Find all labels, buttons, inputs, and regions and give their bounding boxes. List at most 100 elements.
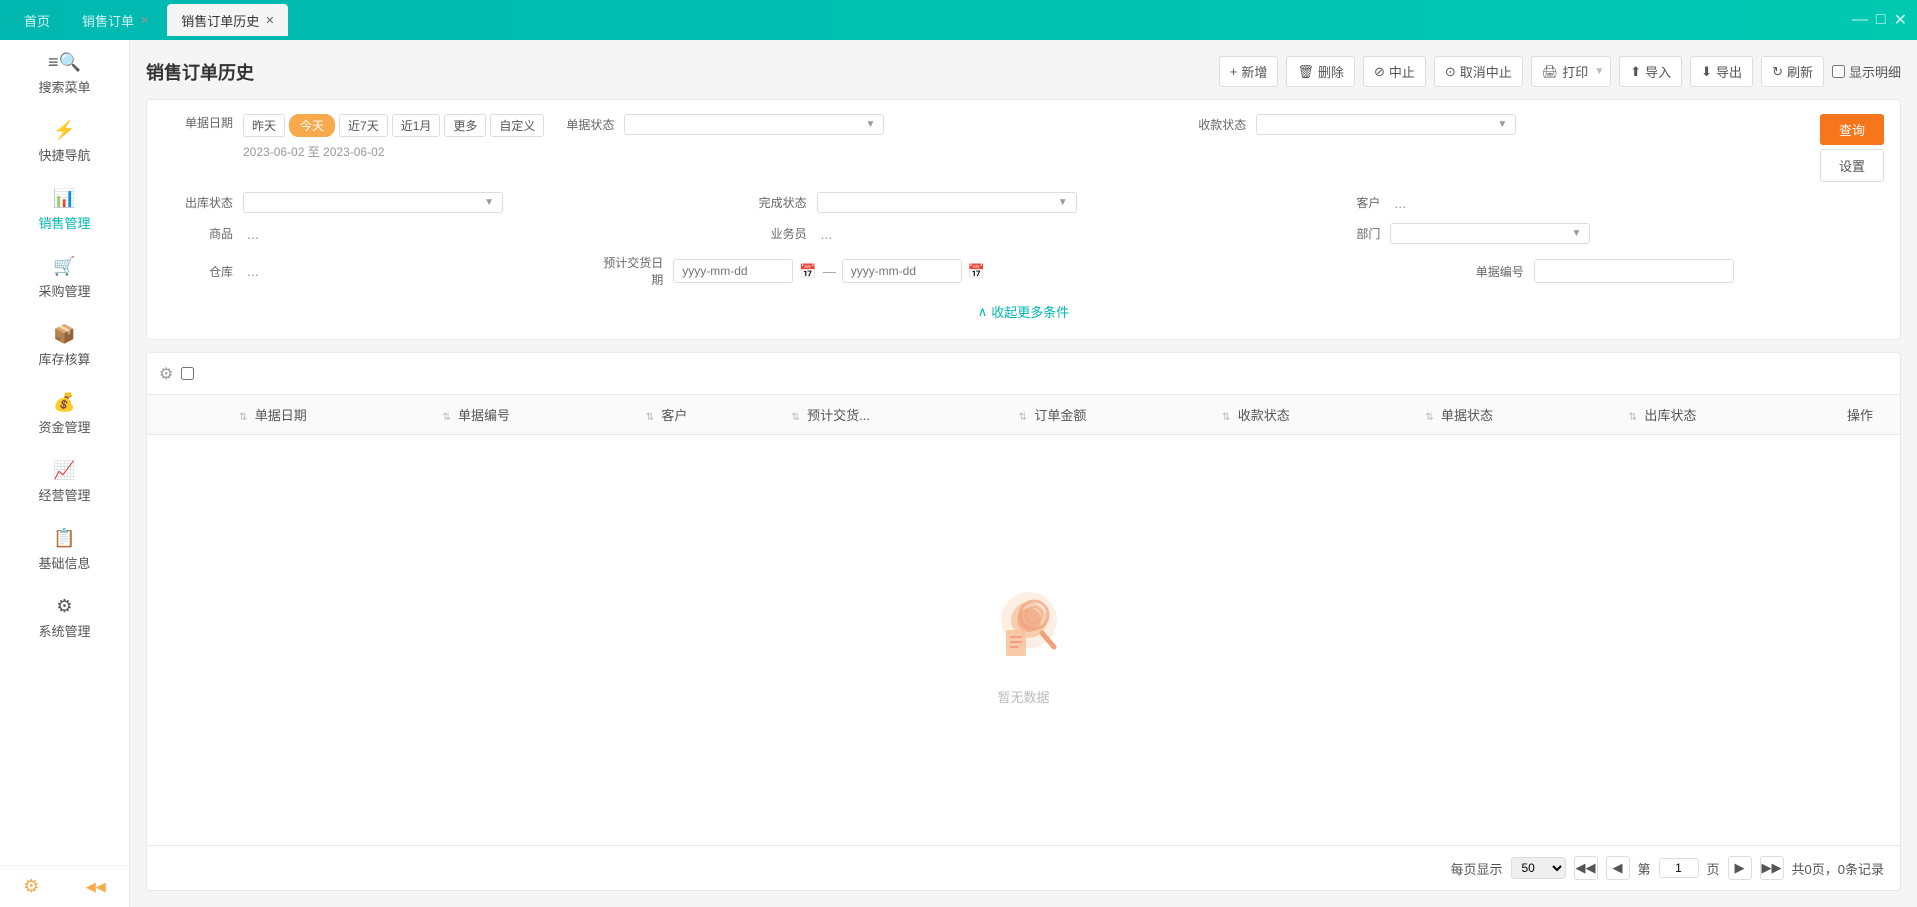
col-delivery-status[interactable]: ⇅ 出库状态 xyxy=(1617,395,1820,435)
sidebar-item-quick-nav[interactable]: ⚡ 快捷导航 xyxy=(0,108,129,176)
refresh-icon: ↻ xyxy=(1772,64,1783,80)
select-all-checkbox[interactable] xyxy=(181,367,194,380)
warehouse-ellipsis[interactable]: ... xyxy=(243,263,263,279)
sidebar-item-basic-info[interactable]: 📋 基础信息 xyxy=(0,516,129,584)
order-status-sort-icon: ⇅ xyxy=(1425,412,1433,423)
date-btn-7days[interactable]: 近7天 xyxy=(339,114,388,137)
collapse-row[interactable]: ∧ 收起更多条件 xyxy=(163,298,1884,325)
empty-icon xyxy=(974,575,1074,675)
date-btn-custom[interactable]: 自定义 xyxy=(490,114,544,137)
delivery-status-select[interactable]: ▼ xyxy=(243,192,503,213)
completion-status-label: 完成状态 xyxy=(737,194,817,211)
filter-panel: 单据日期 昨天 今天 近7天 近1月 更多 自定义 2023-06-02 至 2… xyxy=(146,99,1901,340)
toolbar: + 新增 🗑 删除 ⊘ 中止 ⊙ 取消中止 🖨 打印 xyxy=(1219,56,1901,87)
tab-sales-history-close[interactable]: ✕ xyxy=(265,14,274,27)
date-label: 单据日期 xyxy=(163,114,243,131)
pay-status-label: 收款状态 xyxy=(1176,116,1256,133)
date-btn-1month[interactable]: 近1月 xyxy=(392,114,441,137)
col-checkbox xyxy=(187,395,227,435)
sidebar-item-sales-mgmt-label: 销售管理 xyxy=(38,213,90,232)
tab-home-label: 首页 xyxy=(24,11,50,30)
pay-status-select[interactable]: ▼ xyxy=(1256,114,1516,135)
delivery-date-to[interactable] xyxy=(842,259,962,283)
cancel-stop-button[interactable]: ⊙ 取消中止 xyxy=(1434,56,1523,87)
tab-sales-order-close[interactable]: ✕ xyxy=(140,14,149,27)
maximize-icon[interactable]: □ xyxy=(1876,11,1886,29)
delivery-status-arrow: ▼ xyxy=(484,197,494,208)
display-toggle[interactable]: 显示明细 xyxy=(1832,62,1901,81)
quick-nav-icon: ⚡ xyxy=(53,120,75,141)
delivery-date-group: 📅 — 📅 xyxy=(673,259,985,283)
sidebar-collapse-icon[interactable]: ◀◀ xyxy=(86,879,106,895)
sidebar-settings-icon[interactable]: ⚙ xyxy=(23,876,39,897)
import-button[interactable]: ⬆ 导入 xyxy=(1619,56,1682,87)
tab-home[interactable]: 首页 xyxy=(10,4,64,36)
tab-sales-history[interactable]: 销售订单历史 ✕ xyxy=(167,4,288,36)
page-title: 销售订单历史 xyxy=(146,59,254,85)
empty-text: 暂无数据 xyxy=(997,687,1049,706)
minimize-icon[interactable]: — xyxy=(1852,11,1868,29)
date-btn-today[interactable]: 今天 xyxy=(289,114,335,137)
col-pay-status[interactable]: ⇅ 收款状态 xyxy=(1210,395,1413,435)
finance-icon: 💰 xyxy=(53,392,75,413)
tab-sales-order[interactable]: 销售订单 ✕ xyxy=(68,4,163,36)
completion-status-arrow: ▼ xyxy=(1058,197,1068,208)
purchase-mgmt-icon: 🛒 xyxy=(53,256,75,277)
sidebar-item-quick-nav-label: 快捷导航 xyxy=(38,145,90,164)
main-layout: ≡🔍 搜索菜单 ⚡ 快捷导航 📊 销售管理 🛒 采购管理 📦 库存核算 💰 资金… xyxy=(0,40,1917,907)
page-size-select[interactable]: 50 10 20 100 xyxy=(1511,857,1566,879)
last-page-button[interactable]: ▶▶ xyxy=(1760,856,1784,880)
date-btn-more[interactable]: 更多 xyxy=(444,114,486,137)
export-button[interactable]: ⬇ 导出 xyxy=(1690,56,1753,87)
col-amount[interactable]: ⇅ 订单金额 xyxy=(1007,395,1210,435)
stop-button[interactable]: ⊘ 中止 xyxy=(1363,56,1426,87)
stop-icon: ⊘ xyxy=(1374,64,1385,80)
sidebar-item-purchase-mgmt[interactable]: 🛒 采购管理 xyxy=(0,244,129,312)
customer-ellipsis[interactable]: ... xyxy=(1390,195,1410,211)
close-window-icon[interactable]: ✕ xyxy=(1894,10,1907,30)
delivery-status-label: 出库状态 xyxy=(163,194,243,211)
refresh-button[interactable]: ↻ 刷新 xyxy=(1761,56,1824,87)
display-toggle-checkbox[interactable] xyxy=(1832,65,1845,78)
sidebar-item-operations[interactable]: 📈 经营管理 xyxy=(0,448,129,516)
pagination: 每页显示 50 10 20 100 ◀◀ ◀ 第 页 ▶ ▶▶ 共0页，0条记录 xyxy=(147,845,1900,890)
col-date[interactable]: ⇅ 单据日期 xyxy=(227,395,430,435)
tab-sales-order-label: 销售订单 xyxy=(82,11,134,30)
table-settings-icon[interactable]: ⚙ xyxy=(159,364,173,384)
prev-page-button[interactable]: ◀ xyxy=(1606,856,1630,880)
col-customer[interactable]: ⇅ 客户 xyxy=(634,395,780,435)
sidebar-item-finance[interactable]: 💰 资金管理 xyxy=(0,380,129,448)
salesperson-ellipsis[interactable]: ... xyxy=(817,226,837,242)
data-table: ⇅ 单据日期 ⇅ 单据编号 ⇅ 客户 ⇅ 预计交 xyxy=(147,395,1900,435)
sidebar-item-inventory[interactable]: 📦 库存核算 xyxy=(0,312,129,380)
order-no-input[interactable] xyxy=(1534,259,1734,283)
delivery-date-from-calendar[interactable]: 📅 xyxy=(799,263,816,280)
collapse-text: 收起更多条件 xyxy=(991,302,1069,321)
col-delivery-date[interactable]: ⇅ 预计交货... xyxy=(779,395,1006,435)
date-btn-yesterday[interactable]: 昨天 xyxy=(243,114,285,137)
first-page-button[interactable]: ◀◀ xyxy=(1574,856,1598,880)
table-toolbar: ⚙ xyxy=(147,353,1900,395)
date-range: 2023-06-02 至 2023-06-02 xyxy=(243,143,544,160)
print-button[interactable]: 🖨 打印 ▼ xyxy=(1531,56,1611,87)
order-status-select[interactable]: ▼ xyxy=(624,114,884,135)
new-label: 新增 xyxy=(1241,62,1267,81)
date-shortcuts: 昨天 今天 近7天 近1月 更多 自定义 xyxy=(243,114,544,137)
product-ellipsis[interactable]: ... xyxy=(243,226,263,242)
page-number-input[interactable] xyxy=(1659,858,1699,878)
completion-status-select[interactable]: ▼ xyxy=(817,192,1077,213)
next-page-button[interactable]: ▶ xyxy=(1728,856,1752,880)
col-operation: 操作 xyxy=(1820,395,1900,435)
query-button[interactable]: 查询 xyxy=(1820,114,1884,145)
delivery-date-to-calendar[interactable]: 📅 xyxy=(968,263,985,280)
department-select[interactable]: ▼ xyxy=(1390,223,1590,244)
col-order-no[interactable]: ⇅ 单据编号 xyxy=(430,395,633,435)
sidebar-item-system-mgmt[interactable]: ⚙ 系统管理 xyxy=(0,584,129,652)
sidebar-item-sales-mgmt[interactable]: 📊 销售管理 xyxy=(0,176,129,244)
set-button[interactable]: 设置 xyxy=(1820,149,1884,182)
col-order-status[interactable]: ⇅ 单据状态 xyxy=(1413,395,1616,435)
delete-button[interactable]: 🗑 删除 xyxy=(1286,56,1355,87)
new-button[interactable]: + 新增 xyxy=(1219,56,1279,87)
sidebar-item-search-menu[interactable]: ≡🔍 搜索菜单 xyxy=(0,40,129,108)
delivery-date-from[interactable] xyxy=(673,259,793,283)
